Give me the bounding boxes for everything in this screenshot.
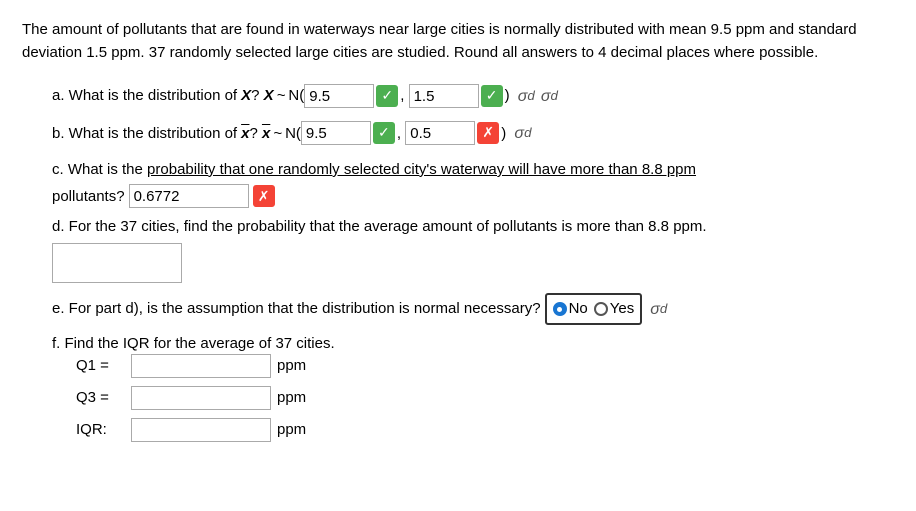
question-f: f. Find the IQR for the average of 37 ci… [52, 335, 894, 442]
question-b: b. What is the distribution of x ? x ~ N… [52, 120, 894, 147]
no-label: No [569, 296, 588, 322]
q-b-dist: N( [285, 121, 301, 147]
iqr-row: IQR: ppm [76, 418, 894, 442]
q-e-label: e. For part d), is the assumption that t… [52, 296, 541, 322]
q-b-xbar2: x [262, 121, 270, 147]
q-a-close-paren: ) [505, 83, 514, 109]
q-a-separator: , [400, 83, 408, 109]
yes-label: Yes [610, 296, 634, 322]
yes-radio-icon [594, 302, 608, 316]
q-b-close-paren: ) [501, 121, 510, 147]
no-radio-icon [553, 302, 567, 316]
q-f-label: f. Find the IQR for the average of 37 ci… [52, 335, 894, 352]
q1-row: Q1 = ppm [76, 354, 894, 378]
q-a-var2: X [264, 83, 274, 109]
q-d-label: d. For the 37 cities, find the probabili… [52, 218, 894, 235]
q-b-xmark[interactable]: ✗ [477, 122, 499, 144]
iqr-label: IQR: [76, 421, 131, 438]
q-c-label-part2: pollutants? [52, 188, 125, 205]
q-a-input1[interactable] [304, 84, 374, 108]
q-b-question-mark: ? [249, 121, 262, 147]
q-b-separator: , [397, 121, 405, 147]
q-a-question-mark: ? [251, 83, 264, 109]
q3-input[interactable] [131, 386, 271, 410]
q-c-input[interactable] [129, 184, 249, 208]
q-b-tilde: ~ [273, 121, 282, 147]
q-a-check2[interactable]: ✓ [481, 85, 503, 107]
iqr-input[interactable] [131, 418, 271, 442]
question-e: e. For part d), is the assumption that t… [52, 293, 894, 325]
q-a-var: X [241, 83, 251, 109]
q3-label: Q3 = [76, 389, 131, 406]
question-a: a. What is the distribution of X ? X ~ N… [52, 83, 894, 110]
q-c-xmark[interactable]: ✗ [253, 185, 275, 207]
q-a-sigma1[interactable]: σd [518, 83, 535, 110]
iqr-ppm: ppm [277, 421, 306, 438]
q-b-check1[interactable]: ✓ [373, 122, 395, 144]
q-b-input1[interactable] [301, 121, 371, 145]
q-a-check1[interactable]: ✓ [376, 85, 398, 107]
q-c-underline: probability that one randomly selected c… [147, 161, 696, 178]
q-e-sigma[interactable]: σd [650, 296, 667, 323]
q-a-label: a. What is the distribution of [52, 83, 237, 109]
q1-input[interactable] [131, 354, 271, 378]
q1-label: Q1 = [76, 357, 131, 374]
q-b-sigma[interactable]: σd [514, 120, 531, 147]
question-c: c. What is the probability that one rand… [52, 157, 894, 209]
no-option[interactable]: No [553, 296, 588, 322]
no-yes-group: No Yes [545, 293, 643, 325]
q-b-xbar: x [241, 121, 249, 147]
q3-ppm: ppm [277, 389, 306, 406]
yes-option[interactable]: Yes [594, 296, 634, 322]
q-b-input2[interactable] [405, 121, 475, 145]
q1-ppm: ppm [277, 357, 306, 374]
q-a-tilde: ~ [277, 83, 286, 109]
q-c-label-part1: c. What is the probability that one rand… [52, 157, 696, 183]
q-a-input2[interactable] [409, 84, 479, 108]
q3-row: Q3 = ppm [76, 386, 894, 410]
q-a-sigma2[interactable]: σd [541, 83, 558, 110]
intro-paragraph: The amount of pollutants that are found … [22, 18, 894, 65]
question-d: d. For the 37 cities, find the probabili… [52, 218, 894, 283]
q-d-input[interactable] [52, 243, 182, 283]
q-b-label: b. What is the distribution of [52, 121, 237, 147]
q-a-dist: N( [288, 83, 304, 109]
